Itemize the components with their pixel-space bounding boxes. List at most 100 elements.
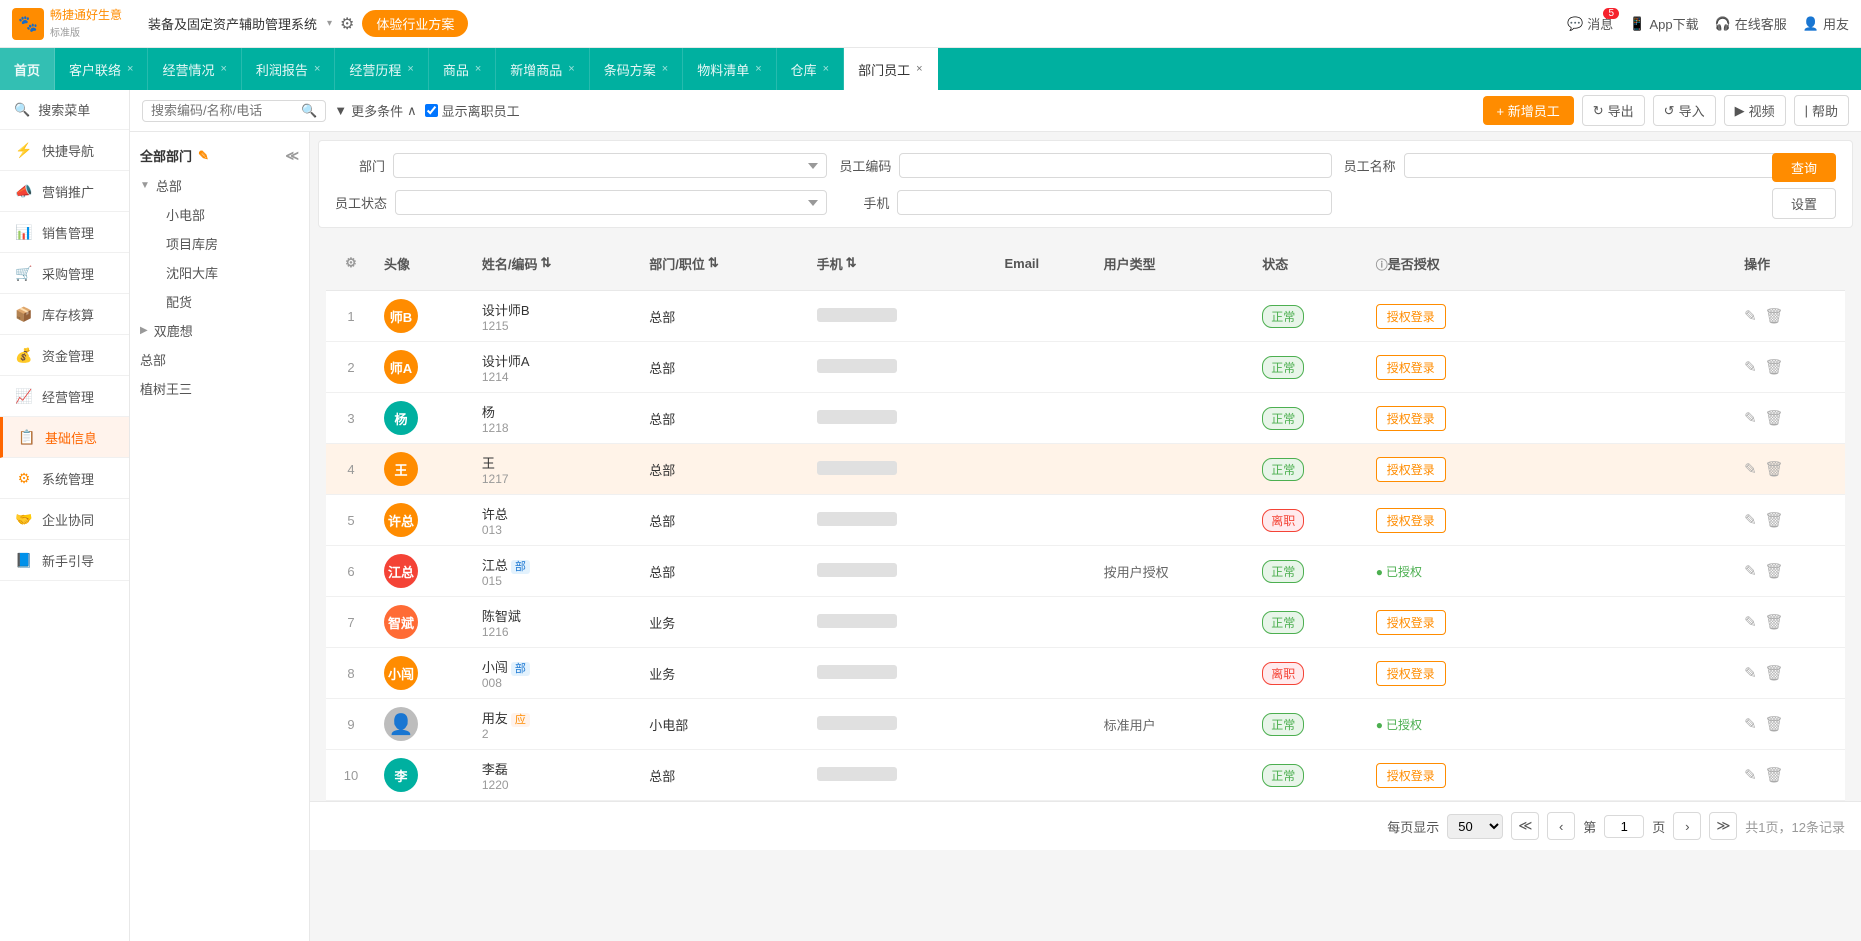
tab-home[interactable]: 首页 <box>0 48 55 90</box>
emp-code-input[interactable] <box>899 153 1331 178</box>
message-button[interactable]: 💬 消息 5 <box>1567 14 1613 33</box>
delete-icon[interactable]: 🗑 <box>1765 613 1784 631</box>
edit-icon[interactable]: ✎ <box>1744 511 1757 529</box>
emp-status-select[interactable] <box>395 190 827 215</box>
auth-button[interactable]: 授权登录 <box>1376 508 1446 533</box>
auth-button[interactable]: 授权登录 <box>1376 610 1446 635</box>
tree-item-shuanglu[interactable]: ▶ 双鹿想 <box>130 316 309 345</box>
sidebar-item-corp[interactable]: 🤝 企业协同 <box>0 499 129 540</box>
tab-dept-staff[interactable]: 部门员工 × <box>844 48 937 90</box>
search-icon[interactable]: 🔍 <box>301 103 317 119</box>
th-dept[interactable]: 部门/职位 ⇅ <box>641 236 808 291</box>
more-filters-button[interactable]: ▼ 更多条件 ∧ <box>334 101 416 120</box>
sidebar-item-purchase[interactable]: 🛒 采购管理 <box>0 253 129 294</box>
export-button[interactable]: ↻ 导出 <box>1582 95 1645 126</box>
import-button[interactable]: ↺ 导入 <box>1653 95 1716 126</box>
tab-profit[interactable]: 利润报告 × <box>242 48 335 90</box>
sidebar-item-inventory[interactable]: 📦 库存核算 <box>0 294 129 335</box>
auth-button[interactable]: 授权登录 <box>1376 661 1446 686</box>
tab-journey-close[interactable]: × <box>407 63 413 75</box>
setting-col-icon[interactable]: ⚙ <box>334 246 368 280</box>
tab-bom[interactable]: 物料清单 × <box>683 48 776 90</box>
auth-button[interactable]: 授权登录 <box>1376 304 1446 329</box>
view-button[interactable]: ▶ 视频 <box>1724 95 1786 126</box>
delete-icon[interactable]: 🗑 <box>1765 766 1784 784</box>
auth-button[interactable]: 授权登录 <box>1376 355 1446 380</box>
th-phone[interactable]: 手机 ⇅ <box>809 236 997 291</box>
show-resigned-label[interactable]: 显示离职员工 <box>425 101 520 120</box>
delete-icon[interactable]: 🗑 <box>1765 562 1784 580</box>
sidebar-item-operations[interactable]: 📈 经营管理 <box>0 376 129 417</box>
show-resigned-checkbox[interactable] <box>425 104 438 117</box>
app-download-button[interactable]: 📱 App下载 <box>1629 14 1698 33</box>
first-page-button[interactable]: ≪ <box>1511 812 1539 840</box>
tab-warehouse[interactable]: 仓库 × <box>777 48 844 90</box>
sidebar-search[interactable]: 🔍 搜索菜单 <box>0 90 129 130</box>
reset-button[interactable]: 设置 <box>1772 188 1836 219</box>
tab-barcode-close[interactable]: × <box>662 63 668 75</box>
tab-add-goods-close[interactable]: × <box>568 63 574 75</box>
delete-icon[interactable]: 🗑 <box>1765 715 1784 733</box>
delete-icon[interactable]: 🗑 <box>1765 409 1784 427</box>
th-setting[interactable]: ⚙ <box>326 236 376 291</box>
trial-button[interactable]: 体验行业方案 <box>362 10 468 37</box>
auth-button[interactable]: 授权登录 <box>1376 763 1446 788</box>
tab-customer[interactable]: 客户联络 × <box>55 48 148 90</box>
delete-icon[interactable]: 🗑 <box>1765 307 1784 325</box>
search-input[interactable] <box>151 103 301 118</box>
edit-icon[interactable]: ✎ <box>1744 664 1757 682</box>
tab-profit-close[interactable]: × <box>314 63 320 75</box>
tab-journey[interactable]: 经营历程 × <box>335 48 428 90</box>
add-employee-button[interactable]: + 新增员工 <box>1483 96 1574 125</box>
dept-collapse-icon[interactable]: ≪ <box>285 148 299 164</box>
edit-icon[interactable]: ✎ <box>1744 766 1757 784</box>
tab-bom-close[interactable]: × <box>755 63 761 75</box>
page-size-select[interactable]: 50 20 100 <box>1447 814 1503 839</box>
dept-edit-icon[interactable]: ✎ <box>198 148 209 164</box>
tree-subitem-xiaodian[interactable]: 小电部 <box>130 200 309 229</box>
edit-icon[interactable]: ✎ <box>1744 715 1757 733</box>
dept-select[interactable] <box>393 153 827 178</box>
tree-item-zonbu2[interactable]: 总部 <box>130 345 309 374</box>
prev-page-button[interactable]: ‹ <box>1547 812 1575 840</box>
sidebar-item-basic[interactable]: 📋 基础信息 <box>0 417 129 458</box>
tab-barcode[interactable]: 条码方案 × <box>590 48 683 90</box>
next-page-button[interactable]: › <box>1673 812 1701 840</box>
tab-add-goods[interactable]: 新增商品 × <box>496 48 589 90</box>
help-button[interactable]: | 帮助 <box>1794 95 1849 126</box>
tab-warehouse-close[interactable]: × <box>823 63 829 75</box>
last-page-button[interactable]: ≫ <box>1709 812 1737 840</box>
tab-customer-close[interactable]: × <box>127 63 133 75</box>
sidebar-item-finance[interactable]: 💰 资金管理 <box>0 335 129 376</box>
tree-subitem-shenyang[interactable]: 沈阳大库 <box>130 258 309 287</box>
edit-icon[interactable]: ✎ <box>1744 409 1757 427</box>
delete-icon[interactable]: 🗑 <box>1765 460 1784 478</box>
online-service-button[interactable]: 🎧 在线客服 <box>1715 14 1787 33</box>
auth-button[interactable]: 授权登录 <box>1376 457 1446 482</box>
page-input[interactable] <box>1604 815 1644 838</box>
delete-icon[interactable]: 🗑 <box>1765 511 1784 529</box>
tree-subitem-xiangmu[interactable]: 项目库房 <box>130 229 309 258</box>
tab-dept-staff-close[interactable]: × <box>916 63 922 75</box>
edit-icon[interactable]: ✎ <box>1744 613 1757 631</box>
edit-icon[interactable]: ✎ <box>1744 460 1757 478</box>
tab-goods[interactable]: 商品 × <box>429 48 496 90</box>
tree-item-zonbu[interactable]: ▼ 总部 <box>130 171 309 200</box>
gear-button[interactable]: ⚙ <box>340 14 354 34</box>
query-button[interactable]: 查询 <box>1772 153 1836 182</box>
delete-icon[interactable]: 🗑 <box>1765 664 1784 682</box>
tree-subitem-peihuo[interactable]: 配货 <box>130 287 309 316</box>
sidebar-item-guide[interactable]: 📘 新手引导 <box>0 540 129 581</box>
th-name[interactable]: 姓名/编码 ⇅ <box>474 236 641 291</box>
user-profile-button[interactable]: 👤 用友 <box>1803 14 1849 33</box>
sidebar-item-marketing[interactable]: 📣 营销推广 <box>0 171 129 212</box>
tree-item-zhishu[interactable]: 植树王三 <box>130 374 309 403</box>
tab-operations-close[interactable]: × <box>220 63 226 75</box>
tab-goods-close[interactable]: × <box>475 63 481 75</box>
edit-icon[interactable]: ✎ <box>1744 562 1757 580</box>
phone-input[interactable] <box>897 190 1331 215</box>
delete-icon[interactable]: 🗑 <box>1765 358 1784 376</box>
sidebar-item-shortcut[interactable]: ⚡ 快捷导航 <box>0 130 129 171</box>
sidebar-item-sales[interactable]: 📊 销售管理 <box>0 212 129 253</box>
edit-icon[interactable]: ✎ <box>1744 307 1757 325</box>
